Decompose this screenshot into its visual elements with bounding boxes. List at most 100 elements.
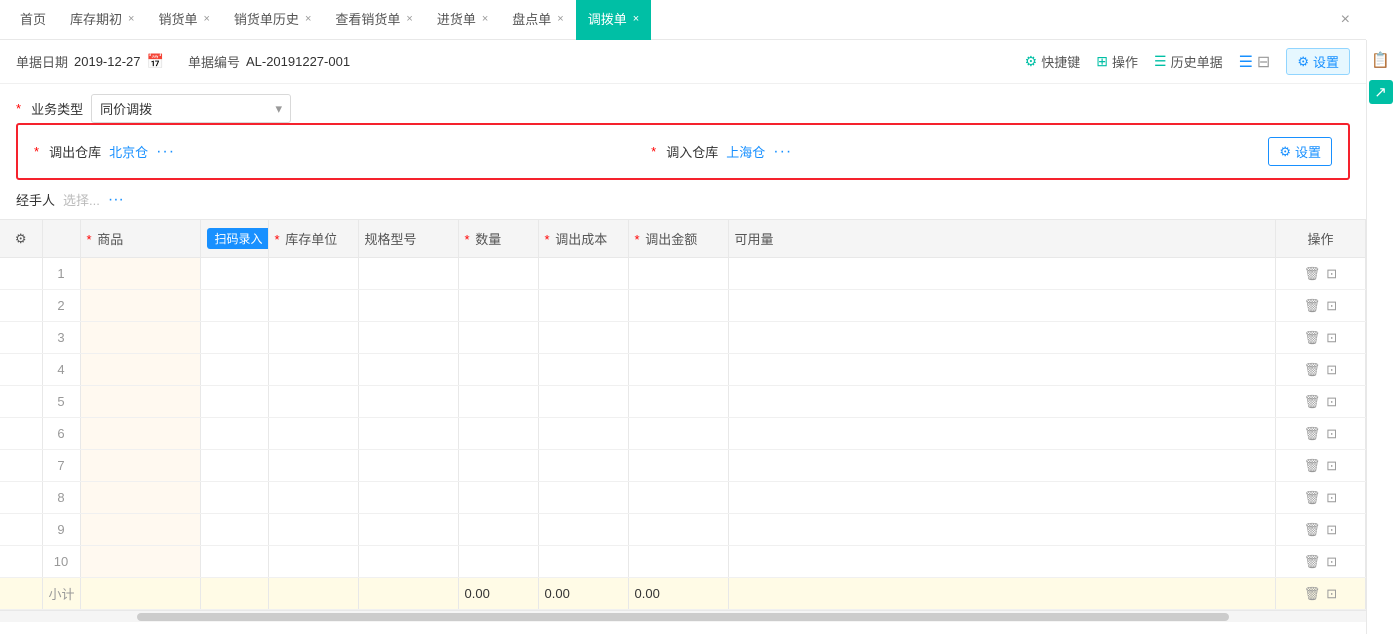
row-amount[interactable]	[628, 514, 728, 546]
row-qty[interactable]	[458, 322, 538, 354]
row-amount[interactable]: 0.00	[628, 578, 728, 610]
row-cost[interactable]	[538, 418, 628, 450]
row-unit[interactable]	[268, 482, 358, 514]
person-input[interactable]: 选择...	[63, 190, 100, 209]
sidebar-expand-icon[interactable]: ↗	[1369, 80, 1393, 104]
tab-close-purchase-order[interactable]: ×	[482, 13, 488, 25]
row-cost[interactable]	[538, 514, 628, 546]
list-view-btn[interactable]: ☰	[1239, 52, 1253, 72]
tab-close-view-sales[interactable]: ×	[406, 13, 412, 25]
warehouse-settings-btn[interactable]: ⚙ 设置	[1268, 137, 1332, 166]
row-cost[interactable]	[538, 322, 628, 354]
calendar-icon[interactable]: 📅	[147, 53, 164, 70]
row-cost[interactable]	[538, 354, 628, 386]
out-warehouse-more-icon[interactable]: ···	[156, 143, 175, 161]
row-qty[interactable]	[458, 514, 538, 546]
row-product[interactable]	[80, 258, 200, 290]
tab-sales-history[interactable]: 销货单历史 ×	[222, 0, 323, 40]
person-more-icon[interactable]: ···	[108, 191, 124, 209]
sidebar-note-icon[interactable]: 📋	[1369, 48, 1393, 72]
row-spec[interactable]	[358, 546, 458, 578]
row-unit[interactable]	[268, 418, 358, 450]
row-qty[interactable]	[458, 546, 538, 578]
delete-row-icon[interactable]: 🗑	[1304, 362, 1321, 378]
in-warehouse-more-icon[interactable]: ···	[773, 143, 792, 161]
row-product[interactable]	[80, 290, 200, 322]
copy-row-icon[interactable]: ⊡	[1326, 586, 1337, 602]
horizontal-scrollbar[interactable]	[0, 610, 1366, 622]
copy-row-icon[interactable]: ⊡	[1326, 458, 1337, 474]
row-amount[interactable]	[628, 418, 728, 450]
tab-transfer-order[interactable]: 调拨单 ×	[576, 0, 651, 40]
row-unit[interactable]	[268, 322, 358, 354]
row-product[interactable]	[80, 482, 200, 514]
row-spec[interactable]	[358, 418, 458, 450]
row-product[interactable]	[80, 418, 200, 450]
history-btn[interactable]: ☰ 历史单据	[1154, 52, 1223, 71]
row-cost[interactable]: 0.00	[538, 578, 628, 610]
row-product[interactable]	[80, 578, 200, 610]
copy-row-icon[interactable]: ⊡	[1326, 362, 1337, 378]
row-qty[interactable]	[458, 258, 538, 290]
tab-inventory-check[interactable]: 盘点单 ×	[500, 0, 575, 40]
row-product[interactable]	[80, 354, 200, 386]
copy-row-icon[interactable]: ⊡	[1326, 266, 1337, 282]
th-settings[interactable]: ⚙	[0, 220, 42, 258]
tab-bar-close-btn[interactable]: ×	[1333, 11, 1358, 29]
delete-row-icon[interactable]: 🗑	[1304, 458, 1321, 474]
row-spec[interactable]	[358, 578, 458, 610]
row-amount[interactable]	[628, 354, 728, 386]
copy-row-icon[interactable]: ⊡	[1326, 490, 1337, 506]
row-qty[interactable]	[458, 354, 538, 386]
tab-close-inventory-check[interactable]: ×	[557, 13, 563, 25]
row-amount[interactable]	[628, 546, 728, 578]
tab-purchase-order[interactable]: 进货单 ×	[425, 0, 500, 40]
row-cost[interactable]	[538, 546, 628, 578]
row-spec[interactable]	[358, 514, 458, 546]
row-product[interactable]	[80, 450, 200, 482]
row-unit[interactable]	[268, 354, 358, 386]
row-qty[interactable]	[458, 482, 538, 514]
copy-row-icon[interactable]: ⊡	[1326, 522, 1337, 538]
row-cost[interactable]	[538, 258, 628, 290]
settings-btn[interactable]: ⚙ 设置	[1286, 48, 1350, 75]
delete-row-icon[interactable]: 🗑	[1304, 330, 1321, 346]
row-product[interactable]	[80, 322, 200, 354]
row-spec[interactable]	[358, 482, 458, 514]
row-unit[interactable]	[268, 386, 358, 418]
copy-row-icon[interactable]: ⊡	[1326, 554, 1337, 570]
row-qty[interactable]	[458, 450, 538, 482]
row-unit[interactable]	[268, 258, 358, 290]
tab-sales-order[interactable]: 销货单 ×	[146, 0, 221, 40]
tab-inventory-init[interactable]: 库存期初 ×	[58, 0, 146, 40]
row-amount[interactable]	[628, 290, 728, 322]
row-spec[interactable]	[358, 258, 458, 290]
row-spec[interactable]	[358, 386, 458, 418]
delete-row-icon[interactable]: 🗑	[1304, 522, 1321, 538]
row-amount[interactable]	[628, 386, 728, 418]
grid-view-btn[interactable]: ⊟	[1257, 52, 1270, 72]
delete-row-icon[interactable]: 🗑	[1304, 554, 1321, 570]
row-unit[interactable]	[268, 514, 358, 546]
row-amount[interactable]	[628, 258, 728, 290]
row-qty[interactable]	[458, 290, 538, 322]
row-product[interactable]	[80, 386, 200, 418]
row-cost[interactable]	[538, 386, 628, 418]
operations-btn[interactable]: ⊞ 操作	[1096, 52, 1138, 71]
tab-close-transfer-order[interactable]: ×	[633, 13, 639, 25]
business-type-select[interactable]: 同价调拨 ▾	[91, 94, 291, 123]
row-spec[interactable]	[358, 450, 458, 482]
tab-close-sales-history[interactable]: ×	[305, 13, 311, 25]
in-warehouse-value[interactable]: 上海仓	[726, 142, 765, 161]
scan-btn[interactable]: 扫码录入	[207, 228, 269, 249]
row-cost[interactable]	[538, 482, 628, 514]
row-product[interactable]	[80, 546, 200, 578]
tab-home[interactable]: 首页	[8, 0, 58, 40]
row-spec[interactable]	[358, 322, 458, 354]
copy-row-icon[interactable]: ⊡	[1326, 426, 1337, 442]
delete-row-icon[interactable]: 🗑	[1304, 298, 1321, 314]
copy-row-icon[interactable]: ⊡	[1326, 330, 1337, 346]
row-unit[interactable]	[268, 290, 358, 322]
tab-close-inventory-init[interactable]: ×	[128, 13, 134, 25]
row-cost[interactable]	[538, 290, 628, 322]
